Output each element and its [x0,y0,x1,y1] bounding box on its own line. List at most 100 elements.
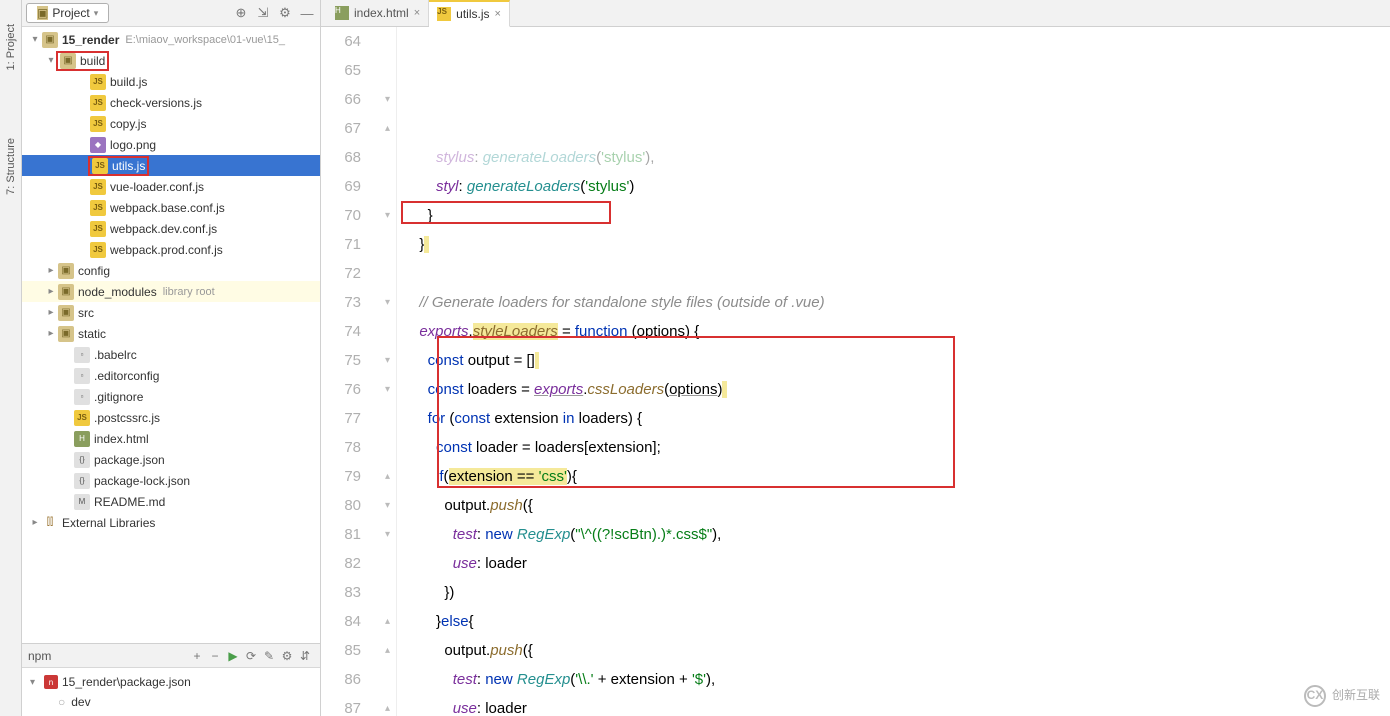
code-line[interactable]: for (const extension in loaders) { [411,404,1390,433]
fold-marker[interactable] [379,578,396,607]
file--editorconfig[interactable]: ▫.editorconfig [22,365,320,386]
close-icon[interactable]: × [494,8,500,20]
file--postcssrc-js[interactable]: JS.postcssrc.js [22,407,320,428]
file-build-js[interactable]: JS build.js [22,71,320,92]
editor-tab-utils-js[interactable]: JSutils.js× [429,0,510,27]
hide-icon[interactable]: — [298,4,316,22]
npm-settings-icon[interactable]: ⚙ [278,649,296,663]
code-line[interactable]: stylus: generateLoaders('stylus'), [411,143,1390,172]
folder-static[interactable]: ▸▣static [22,323,320,344]
project-panel: ▣ Project ▾ ⊕ ⇲ ⚙ — ▾▣15_renderE:\miaov_… [22,0,321,716]
npm-script-row[interactable]: ○ dev [22,692,320,712]
npm-add-icon[interactable]: + [188,649,206,663]
close-icon[interactable]: × [414,7,420,19]
fold-marker[interactable] [379,665,396,694]
folder-src[interactable]: ▸▣src [22,302,320,323]
code-line[interactable]: } [411,230,1390,259]
npm-remove-icon[interactable]: − [206,649,224,663]
code-line[interactable]: const loader = loaders[extension]; [411,433,1390,462]
npm-filter-icon[interactable]: ⇵ [296,649,314,663]
target-icon[interactable]: ⊕ [232,4,250,22]
code-line[interactable]: use: loader [411,694,1390,716]
fold-marker[interactable]: ▾ [379,375,396,404]
file-webpack-prod-conf-js[interactable]: JSwebpack.prod.conf.js [22,239,320,260]
file-package-json[interactable]: {}package.json [22,449,320,470]
external-libraries[interactable]: ▸⫿⫿External Libraries [22,512,320,533]
tree-item-label: build.js [110,75,147,89]
file-logo-png[interactable]: ◆logo.png [22,134,320,155]
tree-item-label: utils.js [112,159,145,173]
fold-marker[interactable] [379,259,396,288]
code-line[interactable]: }else{ [411,607,1390,636]
code-line[interactable]: } [411,201,1390,230]
fold-marker[interactable]: ▾ [379,201,396,230]
code-line[interactable]: const output = [] [411,346,1390,375]
js-file-icon: JS [90,74,106,90]
code-line[interactable]: if(extension == 'css'){ [411,462,1390,491]
file-check-versions-js[interactable]: JScheck-versions.js [22,92,320,113]
code-line[interactable]: use: loader [411,549,1390,578]
project-tool-tab[interactable]: 1: Project [3,20,19,74]
code-line[interactable]: output.push({ [411,491,1390,520]
code-line[interactable]: styl: generateLoaders('stylus') [411,172,1390,201]
editor-body[interactable]: 6465666768697071727374757677787980818283… [321,27,1390,716]
code-line[interactable]: const loaders = exports.cssLoaders(optio… [411,375,1390,404]
file-utils-js[interactable]: JS utils.js [22,155,320,176]
settings-icon[interactable]: ⚙ [276,4,294,22]
npm-refresh-icon[interactable]: ⟳ [242,649,260,663]
js-file-icon: JS [92,158,108,174]
fold-marker[interactable] [379,317,396,346]
fold-marker[interactable]: ▾ [379,85,396,114]
project-tree[interactable]: ▾▣15_renderE:\miaov_workspace\01-vue\15_… [22,27,320,643]
fold-marker[interactable]: ▴ [379,462,396,491]
fold-marker[interactable]: ▾ [379,346,396,375]
fold-marker[interactable] [379,172,396,201]
file-webpack-dev-conf-js[interactable]: JSwebpack.dev.conf.js [22,218,320,239]
code-line[interactable]: test: new RegExp("\^((?!scBtn).)*.css$")… [411,520,1390,549]
fold-marker[interactable]: ▴ [379,114,396,143]
tab-label: utils.js [456,7,489,21]
code-line[interactable] [411,259,1390,288]
project-panel-title[interactable]: ▣ Project ▾ [26,3,109,23]
code-line[interactable]: // Generate loaders for standalone style… [411,288,1390,317]
fold-marker[interactable] [379,549,396,578]
fold-marker[interactable] [379,433,396,462]
fold-marker[interactable] [379,143,396,172]
code-content[interactable]: stylus: generateLoaders('stylus'), styl:… [397,27,1390,716]
fold-marker[interactable]: ▴ [379,694,396,716]
file-README-md[interactable]: MREADME.md [22,491,320,512]
collapse-icon[interactable]: ⇲ [254,4,272,22]
fold-marker[interactable]: ▴ [379,636,396,665]
file--gitignore[interactable]: ▫.gitignore [22,386,320,407]
fold-marker[interactable]: ▴ [379,607,396,636]
project-root[interactable]: ▾▣15_renderE:\miaov_workspace\01-vue\15_ [22,29,320,50]
fold-marker[interactable]: ▾ [379,288,396,317]
fold-marker[interactable]: ▾ [379,491,396,520]
fold-marker[interactable] [379,230,396,259]
code-line[interactable]: output.push({ [411,636,1390,665]
tree-item-label: config [78,264,110,278]
npm-package-row[interactable]: ▾ n 15_render\package.json [22,672,320,692]
npm-edit-icon[interactable]: ✎ [260,649,278,663]
structure-tool-tab[interactable]: 7: Structure [3,134,19,199]
code-line[interactable]: exports.styleLoaders = function (options… [411,317,1390,346]
npm-title: npm [28,649,51,663]
file--babelrc[interactable]: ▫.babelrc [22,344,320,365]
editor-tab-index-html[interactable]: Hindex.html× [327,0,429,26]
fold-marker[interactable] [379,404,396,433]
file-index-html[interactable]: Hindex.html [22,428,320,449]
fold-marker[interactable] [379,56,396,85]
folder-config[interactable]: ▸▣config [22,260,320,281]
folder-build[interactable]: ▾▣build [22,50,320,71]
file-package-lock-json[interactable]: {}package-lock.json [22,470,320,491]
code-line[interactable]: test: new RegExp('\\.' + extension + '$'… [411,665,1390,694]
fold-marker[interactable] [379,27,396,56]
file-copy-js[interactable]: JScopy.js [22,113,320,134]
tree-item-label: .editorconfig [94,369,159,383]
fold-marker[interactable]: ▾ [379,520,396,549]
npm-run-icon[interactable]: ▶ [224,649,242,663]
file-vue-loader-conf-js[interactable]: JSvue-loader.conf.js [22,176,320,197]
file-webpack-base-conf-js[interactable]: JSwebpack.base.conf.js [22,197,320,218]
folder-node_modules[interactable]: ▸▣node_moduleslibrary root [22,281,320,302]
code-line[interactable]: }) [411,578,1390,607]
